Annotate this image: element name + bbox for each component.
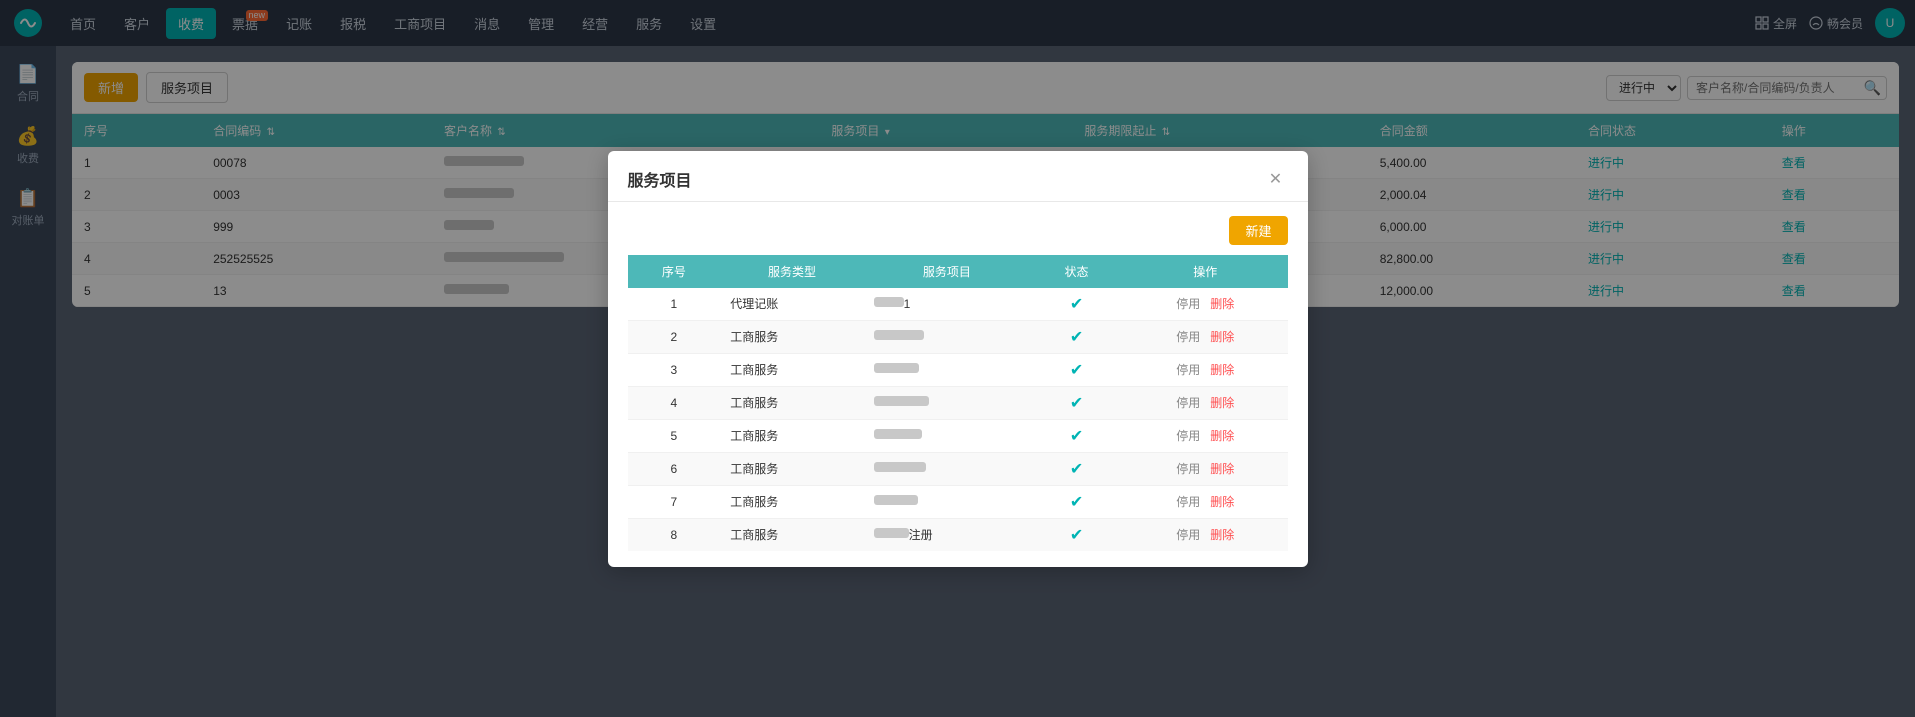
stop-button[interactable]: 停用 — [1176, 429, 1200, 443]
modal-cell-index: 1 — [628, 288, 721, 321]
modal-body: 新建 序号 服务类型 服务项目 状态 操作 1 代理记账 — [608, 202, 1308, 567]
status-active-icon: ✔ — [1070, 329, 1083, 346]
modal-cell-status: ✔ — [1030, 353, 1123, 386]
modal-cell-action: 停用 删除 — [1123, 320, 1288, 353]
modal-cell-type: 工商服务 — [720, 386, 863, 419]
modal-cell-type: 代理记账 — [720, 288, 863, 321]
modal-new-button[interactable]: 新建 — [1229, 216, 1287, 245]
list-item: 8 工商服务 注册 ✔ 停用 删除 — [628, 518, 1288, 551]
delete-button[interactable]: 删除 — [1210, 495, 1234, 509]
list-item: 3 工商服务 ✔ 停用 删除 — [628, 353, 1288, 386]
list-item: 4 工商服务 ✔ 停用 删除 — [628, 386, 1288, 419]
list-item: 2 工商服务 ✔ 停用 删除 — [628, 320, 1288, 353]
modal-cell-index: 4 — [628, 386, 721, 419]
modal-cell-name — [864, 386, 1031, 419]
modal-title: 服务项目 — [628, 167, 692, 191]
modal-toolbar: 新建 — [628, 216, 1288, 245]
modal-cell-status: ✔ — [1030, 518, 1123, 551]
status-active-icon: ✔ — [1070, 362, 1083, 379]
modal-cell-status: ✔ — [1030, 288, 1123, 321]
modal-col-name: 服务项目 — [864, 255, 1031, 288]
modal-cell-name — [864, 485, 1031, 518]
modal-cell-name: 注册 — [864, 518, 1031, 551]
modal-cell-type: 工商服务 — [720, 485, 863, 518]
delete-button[interactable]: 删除 — [1210, 363, 1234, 377]
status-active-icon: ✔ — [1070, 428, 1083, 445]
stop-button[interactable]: 停用 — [1176, 462, 1200, 476]
modal-cell-index: 8 — [628, 518, 721, 551]
status-active-icon: ✔ — [1070, 296, 1083, 313]
list-item: 5 工商服务 ✔ 停用 删除 — [628, 419, 1288, 452]
modal-cell-action: 停用 删除 — [1123, 452, 1288, 485]
stop-button[interactable]: 停用 — [1176, 528, 1200, 542]
stop-button[interactable]: 停用 — [1176, 297, 1200, 311]
delete-button[interactable]: 删除 — [1210, 528, 1234, 542]
modal-cell-index: 7 — [628, 485, 721, 518]
modal-cell-status: ✔ — [1030, 386, 1123, 419]
modal-cell-type: 工商服务 — [720, 452, 863, 485]
modal-table: 序号 服务类型 服务项目 状态 操作 1 代理记账 1 ✔ 停用 — [628, 255, 1288, 551]
modal-cell-action: 停用 删除 — [1123, 288, 1288, 321]
modal-cell-name — [864, 452, 1031, 485]
status-active-icon: ✔ — [1070, 494, 1083, 511]
stop-button[interactable]: 停用 — [1176, 396, 1200, 410]
modal-cell-type: 工商服务 — [720, 419, 863, 452]
modal-cell-action: 停用 删除 — [1123, 386, 1288, 419]
modal-close-button[interactable]: ✕ — [1264, 167, 1288, 191]
modal-cell-name — [864, 320, 1031, 353]
status-active-icon: ✔ — [1070, 395, 1083, 412]
modal-cell-index: 6 — [628, 452, 721, 485]
delete-button[interactable]: 删除 — [1210, 396, 1234, 410]
stop-button[interactable]: 停用 — [1176, 330, 1200, 344]
modal-cell-name — [864, 353, 1031, 386]
modal-cell-type: 工商服务 — [720, 353, 863, 386]
list-item: 7 工商服务 ✔ 停用 删除 — [628, 485, 1288, 518]
modal-cell-status: ✔ — [1030, 320, 1123, 353]
modal-cell-action: 停用 删除 — [1123, 419, 1288, 452]
delete-button[interactable]: 删除 — [1210, 429, 1234, 443]
stop-button[interactable]: 停用 — [1176, 363, 1200, 377]
modal-cell-name: 1 — [864, 288, 1031, 321]
delete-button[interactable]: 删除 — [1210, 297, 1234, 311]
delete-button[interactable]: 删除 — [1210, 462, 1234, 476]
modal-cell-action: 停用 删除 — [1123, 518, 1288, 551]
modal-col-status: 状态 — [1030, 255, 1123, 288]
modal-cell-index: 3 — [628, 353, 721, 386]
modal-cell-type: 工商服务 — [720, 320, 863, 353]
modal-cell-status: ✔ — [1030, 485, 1123, 518]
service-modal: 服务项目 ✕ 新建 序号 服务类型 服务项目 状态 操作 — [608, 151, 1308, 567]
stop-button[interactable]: 停用 — [1176, 495, 1200, 509]
modal-cell-type: 工商服务 — [720, 518, 863, 551]
modal-header: 服务项目 ✕ — [608, 151, 1308, 202]
status-active-icon: ✔ — [1070, 527, 1083, 544]
status-active-icon: ✔ — [1070, 461, 1083, 478]
modal-cell-action: 停用 删除 — [1123, 353, 1288, 386]
delete-button[interactable]: 删除 — [1210, 330, 1234, 344]
list-item: 1 代理记账 1 ✔ 停用 删除 — [628, 288, 1288, 321]
modal-col-type: 服务类型 — [720, 255, 863, 288]
modal-cell-index: 2 — [628, 320, 721, 353]
list-item: 6 工商服务 ✔ 停用 删除 — [628, 452, 1288, 485]
modal-col-action: 操作 — [1123, 255, 1288, 288]
modal-cell-name — [864, 419, 1031, 452]
modal-cell-status: ✔ — [1030, 419, 1123, 452]
modal-cell-action: 停用 删除 — [1123, 485, 1288, 518]
modal-cell-index: 5 — [628, 419, 721, 452]
modal-col-index: 序号 — [628, 255, 721, 288]
modal-overlay[interactable]: 服务项目 ✕ 新建 序号 服务类型 服务项目 状态 操作 — [0, 0, 1915, 717]
modal-cell-status: ✔ — [1030, 452, 1123, 485]
